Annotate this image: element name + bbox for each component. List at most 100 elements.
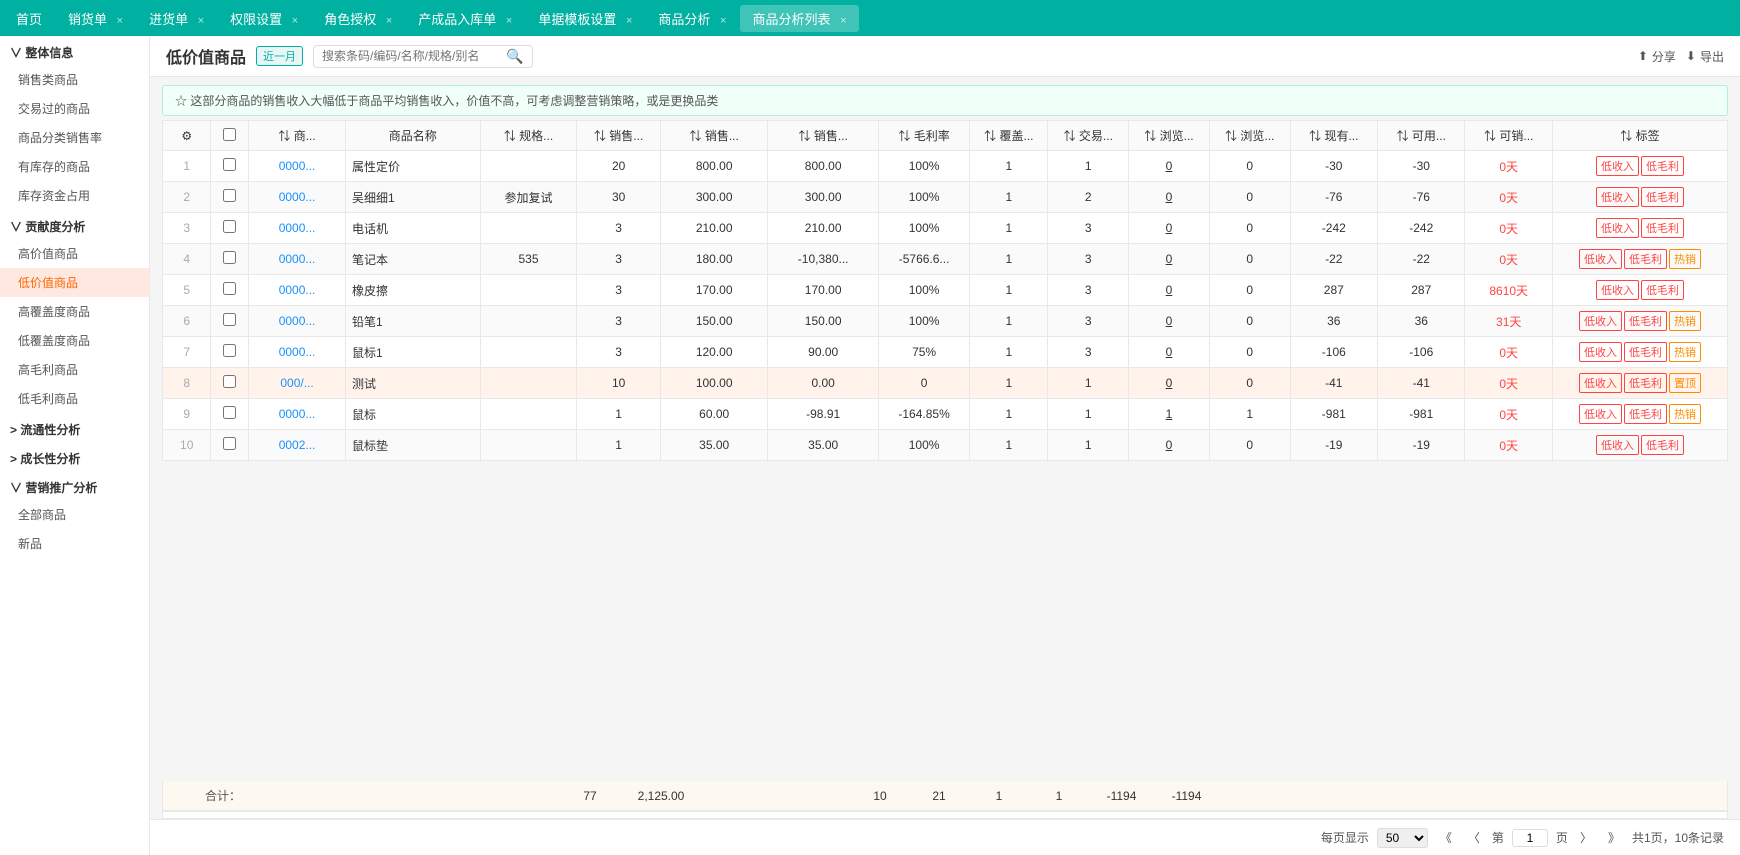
sidebar-item-low-margin[interactable]: 低毛利商品	[0, 384, 149, 413]
col-pv-header[interactable]: ⇅ 浏览...	[1129, 121, 1210, 151]
row-check[interactable]	[211, 399, 249, 430]
row-pv[interactable]: 1	[1129, 399, 1210, 430]
sidebar-item-all-products[interactable]: 全部商品	[0, 500, 149, 529]
pv-link[interactable]: 1	[1166, 407, 1173, 421]
col-code-header[interactable]: ⇅ 商...	[249, 121, 346, 151]
col-settings[interactable]: ⚙	[163, 121, 211, 151]
close-icon[interactable]: ×	[506, 15, 512, 27]
search-box[interactable]: 🔍	[313, 45, 533, 68]
sidebar-item-traded[interactable]: 交易过的商品	[0, 94, 149, 123]
row-checkbox[interactable]	[223, 282, 236, 295]
share-button[interactable]: ⬆ 分享	[1638, 48, 1676, 65]
close-icon[interactable]: ×	[720, 15, 726, 27]
sidebar-group-marketing[interactable]: ∨ 营销推广分析	[0, 471, 149, 500]
export-button[interactable]: ⬇ 导出	[1686, 48, 1724, 65]
prev-page-button[interactable]: 〈	[1464, 827, 1484, 848]
sidebar-item-category-sales[interactable]: 商品分类销售率	[0, 123, 149, 152]
sidebar-group-flow[interactable]: > 流通性分析	[0, 413, 149, 442]
col-profit-header[interactable]: ⇅ 销售...	[768, 121, 878, 151]
page-size-select[interactable]: 50 20 100	[1377, 828, 1428, 848]
close-icon[interactable]: ×	[386, 15, 392, 27]
row-checkbox[interactable]	[223, 437, 236, 450]
pv-link[interactable]: 0	[1166, 376, 1173, 390]
first-page-button[interactable]: 《	[1436, 827, 1456, 848]
sidebar-item-with-stock[interactable]: 有库存的商品	[0, 152, 149, 181]
nav-home[interactable]: 首页	[4, 5, 54, 32]
col-spec-header[interactable]: ⇅ 规格...	[480, 121, 577, 151]
sidebar-group-growth[interactable]: > 成长性分析	[0, 442, 149, 471]
next-page-button[interactable]: 〉	[1576, 827, 1596, 848]
nav-analysis-list[interactable]: 商品分析列表 ×	[740, 5, 858, 32]
nav-permission[interactable]: 权限设置 ×	[218, 5, 310, 32]
sidebar-item-stock-capital[interactable]: 库存资金占用	[0, 181, 149, 210]
nav-role[interactable]: 角色授权 ×	[312, 5, 404, 32]
pv-link[interactable]: 0	[1166, 159, 1173, 173]
row-pv[interactable]: 0	[1129, 213, 1210, 244]
row-check[interactable]	[211, 368, 249, 399]
col-inv-avail-header[interactable]: ⇅ 可用...	[1378, 121, 1465, 151]
pv-link[interactable]: 0	[1166, 283, 1173, 297]
col-checkbox[interactable]	[211, 121, 249, 151]
sidebar-item-sales-products[interactable]: 销售类商品	[0, 65, 149, 94]
sidebar-item-new-products[interactable]: 新品	[0, 529, 149, 558]
nav-sales[interactable]: 销货单 ×	[56, 5, 135, 32]
sidebar-group-contribution[interactable]: ∨ 贡献度分析	[0, 210, 149, 239]
row-check[interactable]	[211, 275, 249, 306]
horizontal-scrollbar[interactable]	[162, 811, 1728, 819]
row-pv[interactable]: 0	[1129, 151, 1210, 182]
col-amount-header[interactable]: ⇅ 销售...	[660, 121, 768, 151]
row-pv[interactable]: 0	[1129, 368, 1210, 399]
col-name-header[interactable]: 商品名称	[345, 121, 480, 151]
row-pv[interactable]: 0	[1129, 275, 1210, 306]
close-icon[interactable]: ×	[198, 15, 204, 27]
search-icon[interactable]: 🔍	[506, 48, 523, 65]
row-check[interactable]	[211, 337, 249, 368]
row-checkbox[interactable]	[223, 251, 236, 264]
last-page-button[interactable]: 》	[1604, 827, 1624, 848]
row-checkbox[interactable]	[223, 406, 236, 419]
nav-analysis[interactable]: 商品分析 ×	[646, 5, 738, 32]
col-qty-header[interactable]: ⇅ 销售...	[577, 121, 660, 151]
row-check[interactable]	[211, 151, 249, 182]
sidebar-item-high-coverage[interactable]: 高覆盖度商品	[0, 297, 149, 326]
row-checkbox[interactable]	[223, 313, 236, 326]
row-pv[interactable]: 0	[1129, 244, 1210, 275]
col-margin-header[interactable]: ⇅ 毛利率	[878, 121, 970, 151]
row-check[interactable]	[211, 430, 249, 461]
row-check[interactable]	[211, 306, 249, 337]
sidebar-item-high-value[interactable]: 高价值商品	[0, 239, 149, 268]
row-checkbox[interactable]	[223, 375, 236, 388]
table-container[interactable]: ⚙ ⇅ 商... 商品名称 ⇅ 规格... ⇅ 销售... ⇅ 销售... ⇅ …	[162, 120, 1728, 781]
col-trade-header[interactable]: ⇅ 交易...	[1048, 121, 1129, 151]
row-pv[interactable]: 0	[1129, 182, 1210, 213]
col-pv-cust-header[interactable]: ⇅ 浏览...	[1209, 121, 1290, 151]
pv-link[interactable]: 0	[1166, 190, 1173, 204]
row-pv[interactable]: 0	[1129, 306, 1210, 337]
pv-link[interactable]: 0	[1166, 438, 1173, 452]
pv-link[interactable]: 0	[1166, 345, 1173, 359]
date-badge[interactable]: 近一月	[256, 46, 303, 66]
close-icon[interactable]: ×	[292, 15, 298, 27]
col-tags-header[interactable]: ⇅ 标签	[1552, 121, 1727, 151]
pv-link[interactable]: 0	[1166, 252, 1173, 266]
nav-template[interactable]: 单据模板设置 ×	[526, 5, 644, 32]
sidebar-item-low-value[interactable]: 低价值商品	[0, 268, 149, 297]
close-icon[interactable]: ×	[117, 15, 123, 27]
row-check[interactable]	[211, 244, 249, 275]
row-pv[interactable]: 0	[1129, 430, 1210, 461]
nav-purchase[interactable]: 进货单 ×	[137, 5, 216, 32]
sidebar-group-overall[interactable]: ∨ 整体信息	[0, 36, 149, 65]
search-input[interactable]	[322, 49, 502, 63]
col-inv-cur-header[interactable]: ⇅ 现有...	[1290, 121, 1377, 151]
row-checkbox[interactable]	[223, 220, 236, 233]
row-check[interactable]	[211, 182, 249, 213]
close-icon[interactable]: ×	[626, 15, 632, 27]
pv-link[interactable]: 0	[1166, 314, 1173, 328]
col-coverage-header[interactable]: ⇅ 覆盖...	[970, 121, 1048, 151]
sidebar-item-high-margin[interactable]: 高毛利商品	[0, 355, 149, 384]
sidebar-item-low-coverage[interactable]: 低覆盖度商品	[0, 326, 149, 355]
col-inv-days-header[interactable]: ⇅ 可销...	[1465, 121, 1552, 151]
close-icon[interactable]: ×	[840, 15, 846, 27]
row-checkbox[interactable]	[223, 158, 236, 171]
row-check[interactable]	[211, 213, 249, 244]
